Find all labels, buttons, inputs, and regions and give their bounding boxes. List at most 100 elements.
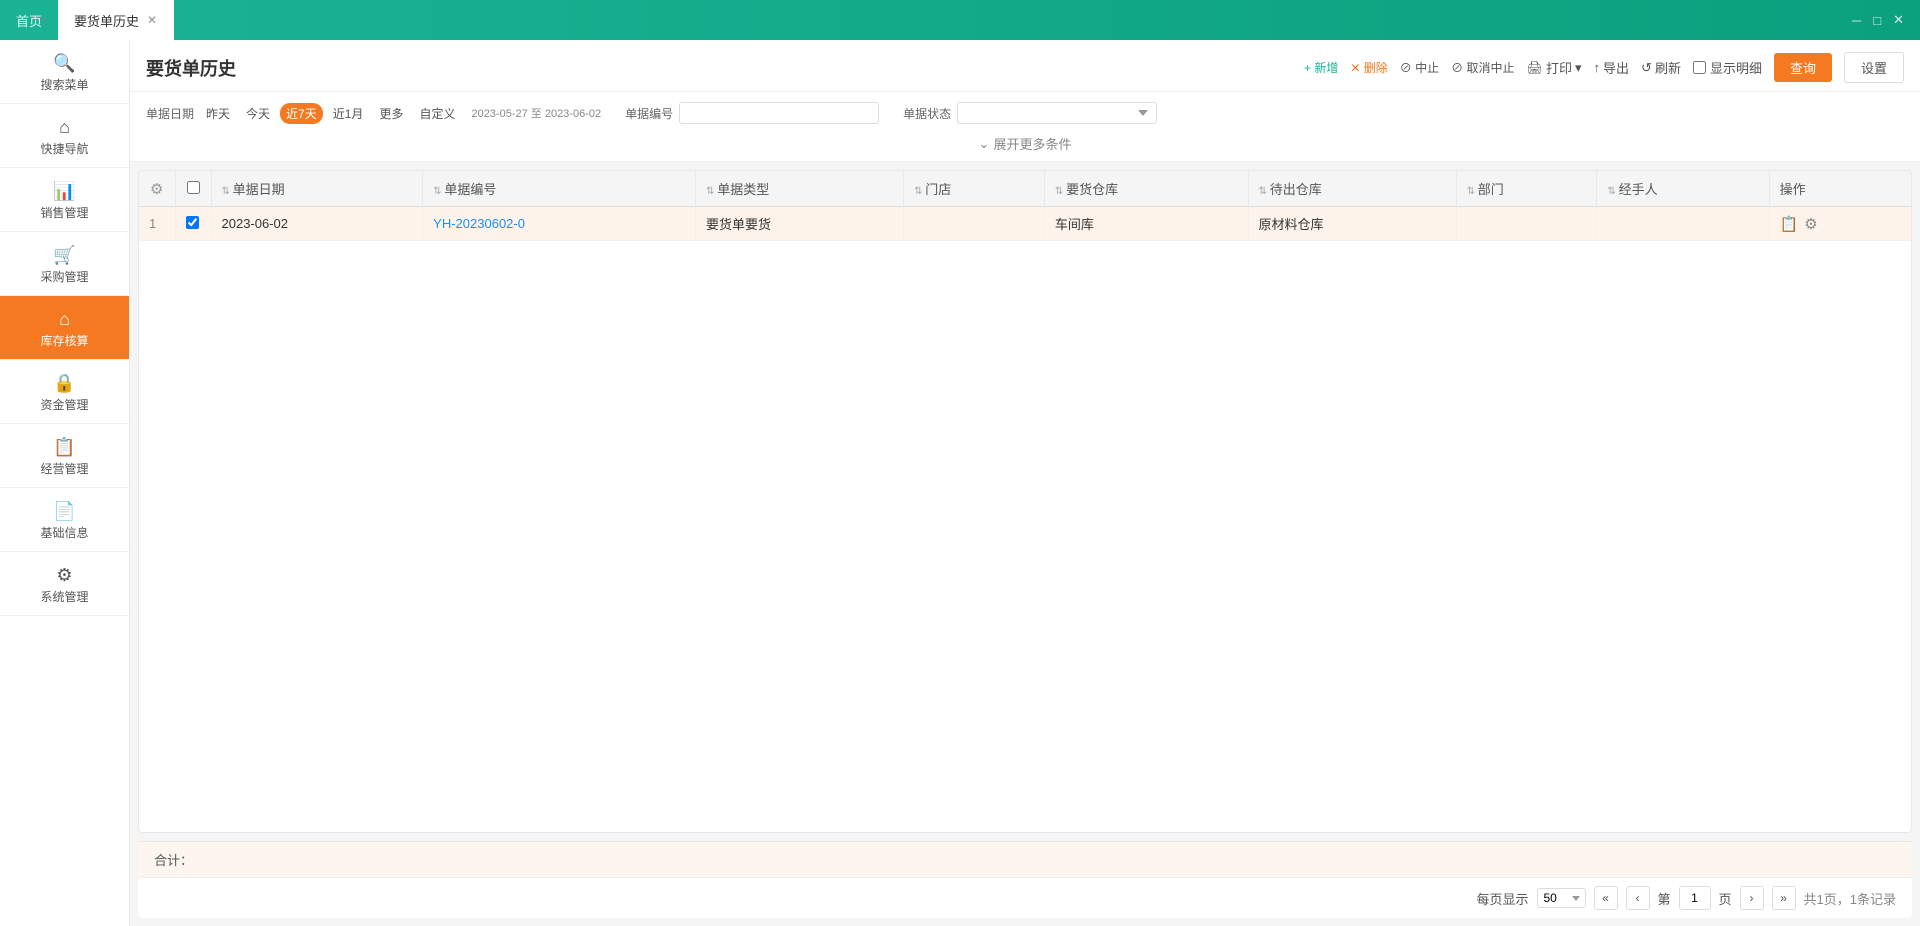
expand-label: 展开更多条件 — [993, 134, 1071, 153]
date-tab-1month[interactable]: 近1月 — [327, 103, 370, 124]
sidebar-item-purchase-mgmt[interactable]: 🛒 采购管理 — [0, 232, 129, 296]
column-handler-th: 经手人 — [1597, 171, 1769, 207]
add-button[interactable]: + 新增 — [1304, 59, 1338, 76]
sort-billno-icon[interactable] — [433, 182, 444, 197]
page-size-label: 每页显示 — [1476, 889, 1528, 908]
date-range-text: 2023-05-27 至 2023-06-02 — [471, 105, 601, 121]
sidebar-label-sys-mgmt: 系统管理 — [40, 588, 88, 605]
active-tab[interactable]: 要货单历史 ✕ — [58, 0, 174, 40]
query-button[interactable]: 查询 — [1774, 53, 1832, 82]
column-billno-label: 单据编号 — [444, 182, 496, 197]
ops-cell: 📋 ⚙ — [1780, 215, 1901, 233]
pagination-bar: 每页显示 50 20 100 « ‹ 第 页 › » 共1页，1条记录 — [138, 877, 1912, 918]
print-label: 打印 — [1546, 58, 1572, 77]
maximize-icon[interactable]: □ — [1869, 13, 1885, 28]
row-reqwh-cell: 车间库 — [1044, 207, 1248, 241]
view-op-icon[interactable]: 📋 — [1780, 215, 1799, 233]
refresh-button[interactable]: ↺ 刷新 — [1641, 58, 1681, 77]
window-controls: ─ □ ✕ — [1848, 12, 1920, 28]
column-date-label: 单据日期 — [233, 182, 285, 197]
sort-date-icon[interactable] — [222, 182, 233, 197]
export-button[interactable]: ↑ 导出 — [1594, 58, 1630, 77]
sidebar-item-sys-mgmt[interactable]: ⚙ 系统管理 — [0, 552, 129, 616]
search-menu-icon: 🔍 — [53, 54, 75, 72]
column-pendingwh-label: 待出仓库 — [1270, 182, 1322, 197]
sidebar-item-ops-mgmt[interactable]: 📋 经营管理 — [0, 424, 129, 488]
print-button[interactable]: 🖨 打印 ▾ — [1526, 58, 1581, 77]
row-checkbox-cell — [175, 207, 211, 241]
data-table: ⚙ 单据日期 单据编号 单据类型 门店 要货仓库 待出仓库 部门 经手人 操作 — [139, 171, 1911, 241]
total-records: 共1页，1条记录 — [1804, 889, 1896, 908]
row-pendingwh-cell: 原材料仓库 — [1248, 207, 1456, 241]
prev-page-btn[interactable]: ‹ — [1626, 886, 1650, 910]
refresh-label: 刷新 — [1655, 58, 1681, 77]
sidebar-item-basic-info[interactable]: 📄 基础信息 — [0, 488, 129, 552]
status-select[interactable] — [957, 102, 1157, 124]
show-detail-toggle[interactable]: 显示明细 — [1693, 58, 1762, 77]
sidebar-label-finance-mgmt: 资金管理 — [40, 396, 88, 413]
edit-op-icon[interactable]: ⚙ — [1804, 215, 1817, 233]
top-bar: 首页 要货单历史 ✕ ─ □ ✕ — [0, 0, 1920, 40]
home-label: 首页 — [16, 11, 42, 30]
sidebar-item-finance-mgmt[interactable]: 🔒 资金管理 — [0, 360, 129, 424]
home-tab[interactable]: 首页 — [0, 0, 58, 40]
sys-mgmt-icon: ⚙ — [56, 566, 72, 584]
delete-button[interactable]: ✕ 删除 — [1350, 59, 1387, 76]
sort-reqwh-icon[interactable] — [1055, 182, 1066, 197]
sort-handler-icon[interactable] — [1607, 182, 1618, 197]
sort-pendingwh-icon[interactable] — [1259, 182, 1270, 197]
row-checkbox[interactable] — [186, 216, 199, 229]
column-settings-th[interactable]: ⚙ — [139, 171, 175, 207]
date-tab-today[interactable]: 今天 — [240, 103, 276, 124]
date-tabs: 昨天 今天 近7天 近1月 更多 自定义 — [200, 103, 461, 124]
page-num-input[interactable] — [1679, 886, 1711, 910]
sidebar-label-search-menu: 搜索菜单 — [40, 76, 88, 93]
row-handler-cell — [1597, 207, 1769, 241]
column-pendingwh-th: 待出仓库 — [1248, 171, 1456, 207]
close-window-icon[interactable]: ✕ — [1889, 12, 1908, 28]
minimize-icon[interactable]: ─ — [1848, 13, 1865, 28]
row-store-cell — [904, 207, 1045, 241]
next-page-btn[interactable]: › — [1740, 886, 1764, 910]
row-billtype: 要货单要货 — [706, 217, 771, 232]
close-tab-icon[interactable]: ✕ — [147, 13, 157, 27]
date-tab-yesterday[interactable]: 昨天 — [200, 103, 236, 124]
sort-dept-icon[interactable] — [1467, 182, 1478, 197]
sidebar-item-inventory-calc[interactable]: ⌂ 库存核算 — [0, 296, 129, 360]
row-billno-link[interactable]: YH-20230602-0 — [433, 216, 525, 231]
sort-store-icon[interactable] — [914, 182, 925, 197]
column-billno-th: 单据编号 — [423, 171, 696, 207]
cancel-stop-button[interactable]: ⊘ 取消中止 — [1451, 59, 1514, 76]
expand-more-btn[interactable]: ⌄ 展开更多条件 — [146, 130, 1904, 155]
sidebar-label-quick-nav: 快捷导航 — [40, 140, 88, 157]
sidebar-item-sales-mgmt[interactable]: 📊 销售管理 — [0, 168, 129, 232]
main-layout: 🔍 搜索菜单 ⌂ 快捷导航 📊 销售管理 🛒 采购管理 ⌂ 库存核算 🔒 资金管… — [0, 40, 1920, 926]
row-num-cell: 1 — [139, 207, 175, 241]
column-date-th: 单据日期 — [211, 171, 423, 207]
row-billtype-cell: 要货单要货 — [696, 207, 904, 241]
row-ops-cell: 📋 ⚙ — [1769, 207, 1911, 241]
bill-no-input[interactable] — [679, 102, 879, 124]
sidebar-item-quick-nav[interactable]: ⌂ 快捷导航 — [0, 104, 129, 168]
quick-nav-icon: ⌂ — [59, 118, 70, 136]
sidebar: 🔍 搜索菜单 ⌂ 快捷导航 📊 销售管理 🛒 采购管理 ⌂ 库存核算 🔒 资金管… — [0, 40, 130, 926]
last-page-btn[interactable]: » — [1772, 886, 1796, 910]
row-dept-cell — [1456, 207, 1597, 241]
bill-no-filter-group: 单据编号 — [625, 102, 879, 124]
sidebar-label-purchase-mgmt: 采购管理 — [40, 268, 88, 285]
date-tab-more[interactable]: 更多 — [373, 103, 409, 124]
date-tab-custom[interactable]: 自定义 — [413, 103, 461, 124]
column-billtype-label: 单据类型 — [717, 182, 769, 197]
date-tab-7days[interactable]: 近7天 — [280, 103, 323, 124]
column-dept-label: 部门 — [1478, 182, 1504, 197]
filter-row-1: 单据日期 昨天 今天 近7天 近1月 更多 自定义 2023-05-27 至 2… — [146, 102, 1904, 124]
sidebar-item-search-menu[interactable]: 🔍 搜索菜单 — [0, 40, 129, 104]
stop-button[interactable]: ⊘ 中止 — [1400, 59, 1439, 76]
sort-billtype-icon[interactable] — [706, 182, 717, 197]
setting-button[interactable]: 设置 — [1844, 52, 1904, 83]
print-dropdown-icon: ▾ — [1575, 60, 1582, 76]
first-page-btn[interactable]: « — [1594, 886, 1618, 910]
show-detail-checkbox[interactable] — [1693, 61, 1706, 74]
select-all-checkbox[interactable] — [187, 181, 200, 194]
page-size-select[interactable]: 50 20 100 — [1537, 888, 1586, 908]
